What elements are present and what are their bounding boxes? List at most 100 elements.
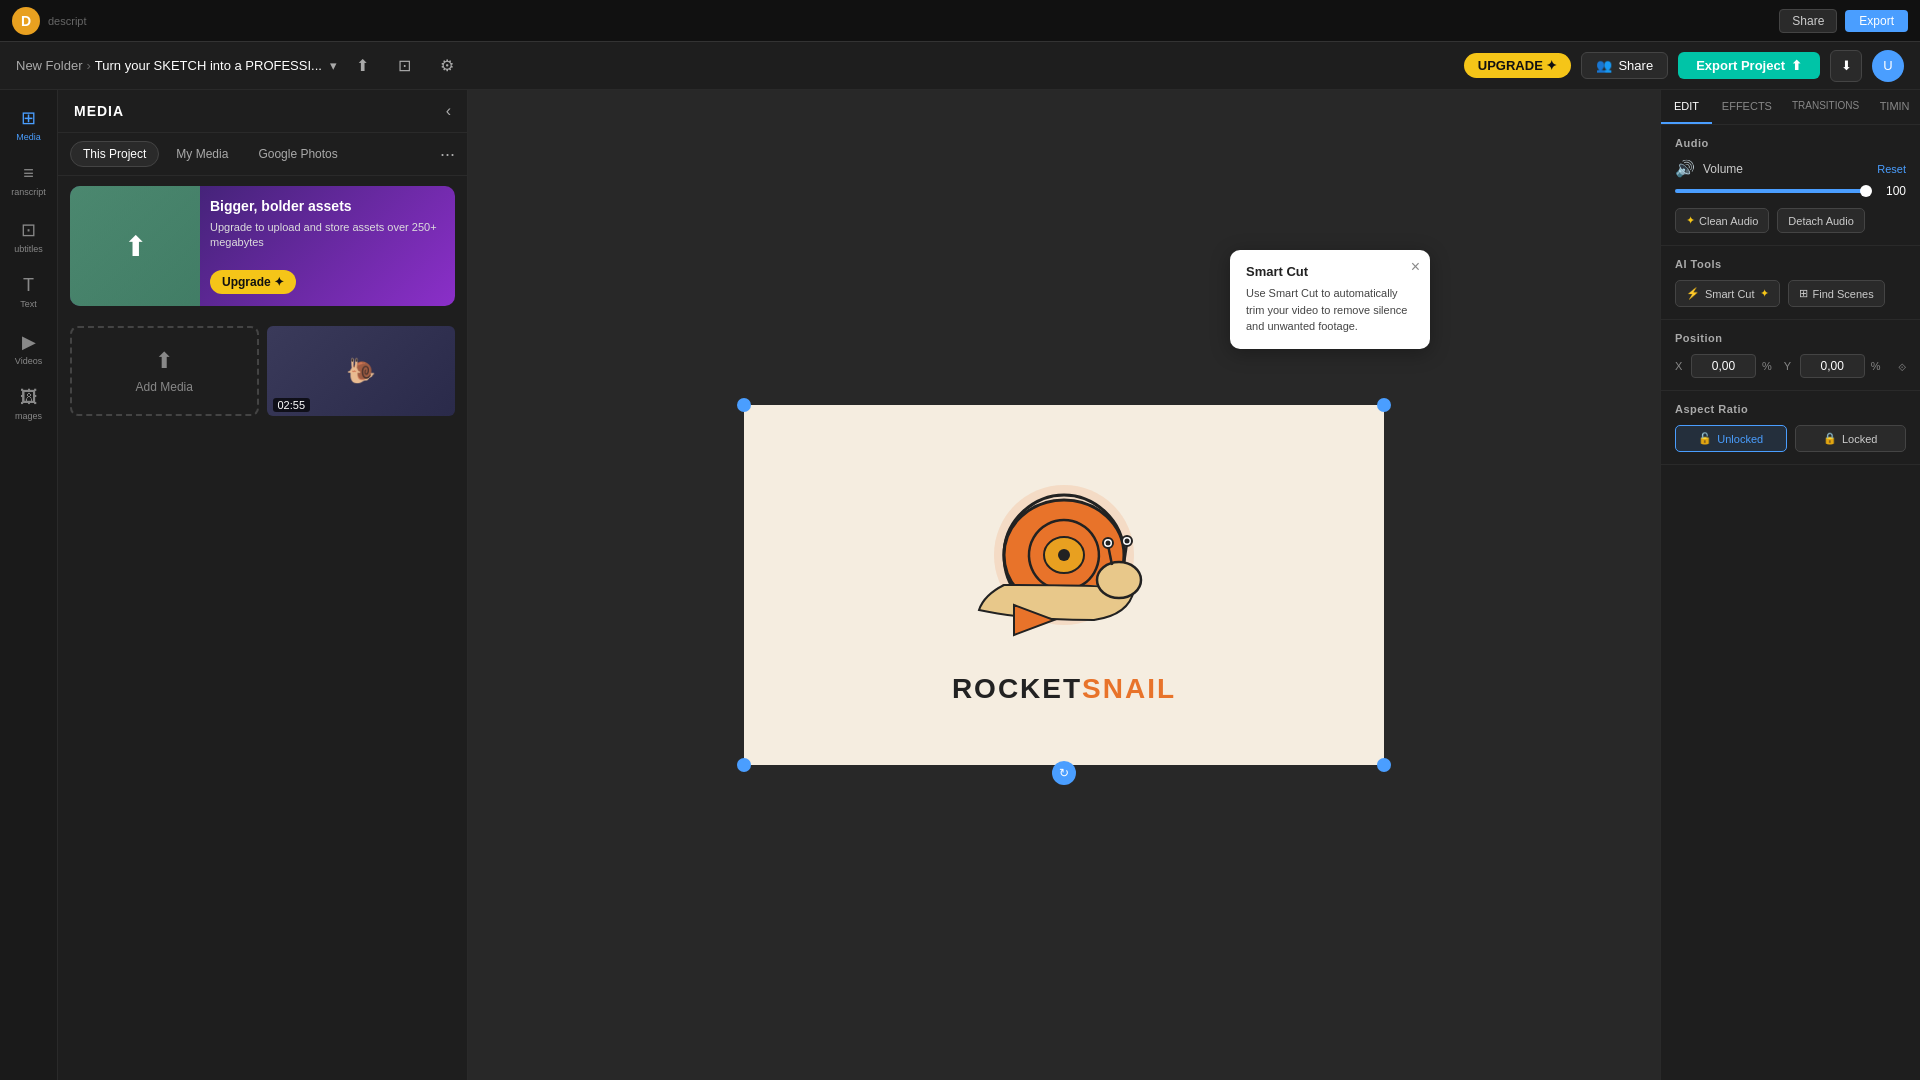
subtitles-icon: ⊡ <box>21 219 36 241</box>
x-pct: % <box>1762 360 1772 372</box>
upload-icon: ⬆ <box>124 230 147 263</box>
volume-thumb[interactable] <box>1860 185 1872 197</box>
folder-name[interactable]: New Folder <box>16 58 82 73</box>
svg-point-11 <box>1105 541 1110 546</box>
ai-tools-section: AI Tools ⚡ Smart Cut ✦ ⊞ Find Scenes <box>1661 246 1920 320</box>
transcript-label: ranscript <box>11 187 46 197</box>
breadcrumb: New Folder › Turn your SKETCH into a PRO… <box>16 58 337 73</box>
upgrade-banner-heading: Bigger, bolder assets <box>210 198 445 214</box>
audio-section: Audio 🔊 Volume Reset 100 ✦ Clean Audio D… <box>1661 125 1920 246</box>
x-label: X <box>1675 360 1685 372</box>
media-panel-collapse[interactable]: ‹ <box>446 102 451 120</box>
volume-slider[interactable] <box>1675 189 1866 193</box>
snail-illustration <box>964 465 1164 665</box>
clean-audio-spark: ✦ <box>1686 214 1695 227</box>
app-logo: D <box>12 7 40 35</box>
upgrade-button[interactable]: UPGRADE ✦ <box>1464 53 1572 78</box>
tab-google-photos[interactable]: Google Photos <box>245 141 350 167</box>
text-label: Text <box>20 299 37 309</box>
position-lock-icon[interactable]: ⟐ <box>1898 358 1906 374</box>
ai-tools-row: ⚡ Smart Cut ✦ ⊞ Find Scenes <box>1675 280 1906 307</box>
volume-slider-row: 100 <box>1675 184 1906 198</box>
media-tabs: This Project My Media Google Photos ··· <box>58 133 467 176</box>
sidebar-item-text[interactable]: T Text <box>5 266 53 318</box>
images-label: mages <box>15 411 42 421</box>
handle-bottom-right[interactable] <box>1377 758 1391 772</box>
handle-top-left[interactable] <box>737 398 751 412</box>
position-title: Position <box>1675 332 1906 344</box>
tab-transitions[interactable]: TRANSITIONS <box>1782 90 1869 124</box>
detach-audio-button[interactable]: Detach Audio <box>1777 208 1864 233</box>
brand-snail: SNAIL <box>1082 673 1176 704</box>
share-icon: 👥 <box>1596 58 1612 73</box>
y-input[interactable] <box>1800 354 1865 378</box>
x-input[interactable] <box>1691 354 1756 378</box>
main-layout: ⊞ Media ≡ ranscript ⊡ ubtitles T Text ▶ … <box>0 90 1920 1080</box>
position-section: Position X % Y % ⟐ <box>1661 320 1920 391</box>
sidebar-item-videos[interactable]: ▶ Videos <box>5 322 53 374</box>
export-button[interactable]: Export Project ⬆ <box>1678 52 1820 79</box>
media-label: Media <box>16 132 41 142</box>
right-panel: EDIT EFFECTS TRANSITIONS TIMIN Audio 🔊 V… <box>1660 90 1920 1080</box>
find-scenes-button[interactable]: ⊞ Find Scenes <box>1788 280 1885 307</box>
tab-effects[interactable]: EFFECTS <box>1712 90 1782 124</box>
handle-top-right[interactable] <box>1377 398 1391 412</box>
share-topbar-button[interactable]: Share <box>1779 9 1837 33</box>
unlocked-button[interactable]: 🔓 Unlocked <box>1675 425 1787 452</box>
sidebar-item-subtitles[interactable]: ⊡ ubtitles <box>5 210 53 262</box>
media-thumbnail[interactable]: 🐌 02:55 <box>267 326 456 416</box>
add-media-card[interactable]: ⬆ Add Media <box>70 326 259 416</box>
smart-cut-close-button[interactable]: × <box>1411 258 1420 276</box>
avatar[interactable]: U <box>1872 50 1904 82</box>
ai-tools-title: AI Tools <box>1675 258 1906 270</box>
clean-audio-button[interactable]: ✦ Clean Audio <box>1675 208 1769 233</box>
locked-button[interactable]: 🔒 Locked <box>1795 425 1907 452</box>
media-icon: ⊞ <box>21 107 36 129</box>
tab-timing[interactable]: TIMIN <box>1869 90 1920 124</box>
brand-text: ROCKETSNAIL <box>952 673 1176 705</box>
svg-point-12 <box>1124 539 1129 544</box>
topbar: D descript Share Export <box>0 0 1920 42</box>
breadcrumb-dropdown-icon[interactable]: ▾ <box>330 58 337 73</box>
find-scenes-icon: ⊞ <box>1799 287 1808 300</box>
subtitle-icon[interactable]: ⊡ <box>389 50 421 82</box>
handle-bottom-left[interactable] <box>737 758 751 772</box>
canvas-wrapper: ROCKETSNAIL ↻ <box>744 405 1384 765</box>
y-pct: % <box>1871 360 1881 372</box>
sidebar-item-transcript[interactable]: ≡ ranscript <box>5 154 53 206</box>
tabs-more-icon[interactable]: ··· <box>440 144 455 165</box>
upgrade-banner-content: Bigger, bolder assets Upgrade to upload … <box>200 186 455 306</box>
y-label: Y <box>1784 360 1794 372</box>
download-button[interactable]: ⬇ <box>1830 50 1862 82</box>
volume-icon: 🔊 <box>1675 159 1695 178</box>
sidebar-item-media[interactable]: ⊞ Media <box>5 98 53 150</box>
transcript-icon: ≡ <box>23 163 34 184</box>
videos-icon: ▶ <box>22 331 36 353</box>
aspect-ratio-section: Aspect Ratio 🔓 Unlocked 🔒 Locked <box>1661 391 1920 465</box>
media-panel-header: MEDIA ‹ <box>58 90 467 133</box>
add-media-label: Add Media <box>136 380 193 394</box>
share-button[interactable]: 👥 Share <box>1581 52 1668 79</box>
locked-label: Locked <box>1842 433 1877 445</box>
clean-audio-label: Clean Audio <box>1699 215 1758 227</box>
tab-this-project[interactable]: This Project <box>70 141 159 167</box>
smart-cut-button[interactable]: ⚡ Smart Cut ✦ <box>1675 280 1780 307</box>
breadcrumb-arrow: › <box>86 58 90 73</box>
upgrade-banner-btn[interactable]: Upgrade ✦ <box>210 270 296 294</box>
settings-icon[interactable]: ⚙ <box>431 50 463 82</box>
smart-cut-btn-spark2: ✦ <box>1760 287 1769 300</box>
subtitles-label: ubtitles <box>14 244 43 254</box>
images-icon: 🖼 <box>20 387 38 408</box>
tab-edit[interactable]: EDIT <box>1661 90 1712 124</box>
rocketsnail-logo: ROCKETSNAIL <box>952 465 1176 705</box>
export-topbar-button[interactable]: Export <box>1845 10 1908 32</box>
upload-icon[interactable]: ⬆ <box>347 50 379 82</box>
share-label: Share <box>1618 58 1653 73</box>
reset-button[interactable]: Reset <box>1877 163 1906 175</box>
tab-my-media[interactable]: My Media <box>163 141 241 167</box>
sidebar-item-images[interactable]: 🖼 mages <box>5 378 53 430</box>
svg-point-6 <box>1097 562 1141 598</box>
svg-point-5 <box>1058 549 1070 561</box>
handle-bottom-center[interactable]: ↻ <box>1052 761 1076 785</box>
export-icon: ⬆ <box>1791 58 1802 73</box>
